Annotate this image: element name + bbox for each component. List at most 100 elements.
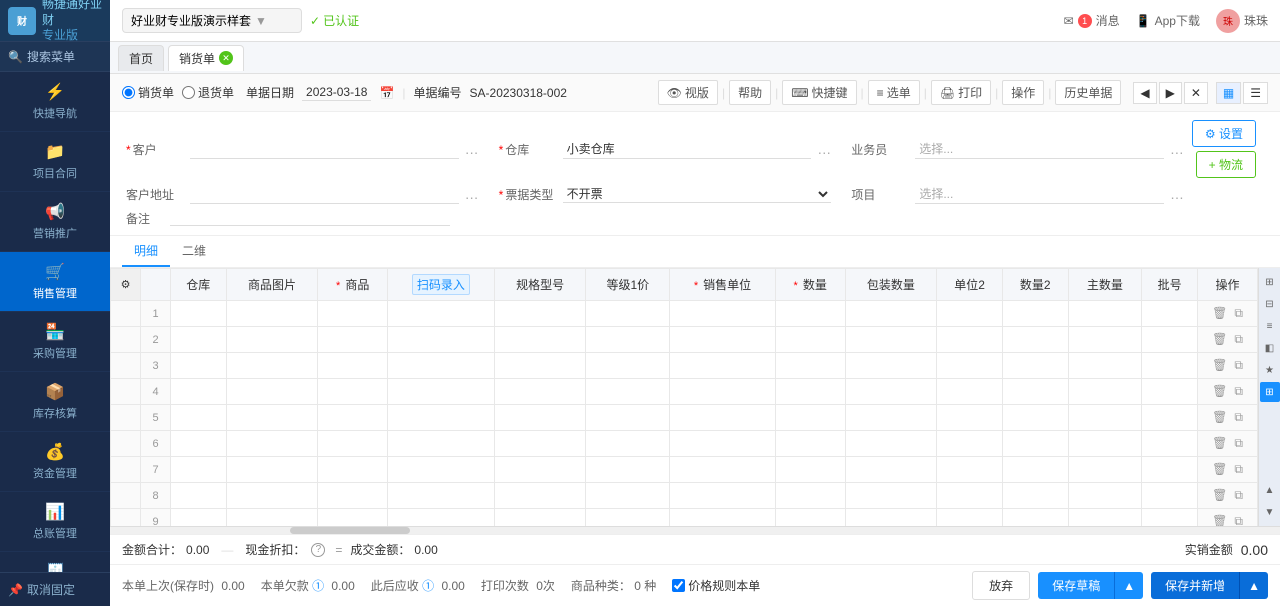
cell-batch-9[interactable] [1142, 509, 1198, 527]
cell-image-4[interactable] [226, 379, 318, 405]
cell-grade-8[interactable] [586, 483, 670, 509]
company-selector[interactable]: 好业财专业版演示样套 ▼ [122, 8, 302, 33]
th-product[interactable]: 商品 [318, 269, 388, 301]
tab-detail[interactable]: 明细 [122, 236, 170, 267]
cell-qty2-1[interactable] [1002, 301, 1068, 327]
copy-icon-3[interactable]: ⧉ [1234, 358, 1243, 372]
copy-icon-5[interactable]: ⧉ [1234, 410, 1243, 424]
cell-qty-7[interactable] [775, 457, 845, 483]
panel-icon-1[interactable]: ⊞ [1260, 272, 1280, 292]
cell-grade-5[interactable] [586, 405, 670, 431]
cell-pack-8[interactable] [845, 483, 937, 509]
cell-pack-1[interactable] [845, 301, 937, 327]
help-icon[interactable]: ? [311, 543, 325, 557]
cell-image-9[interactable] [226, 509, 318, 527]
cell-barcode-7[interactable] [388, 457, 495, 483]
cell-unit-9[interactable] [670, 509, 776, 527]
save-draft-btn[interactable]: 保存草稿 [1038, 572, 1114, 599]
table-row[interactable]: 3 🗑 ⧉ [111, 353, 1258, 379]
salesperson-value[interactable]: 选择... [915, 139, 1164, 159]
delete-icon-2[interactable]: 🗑 [1212, 332, 1227, 346]
panel-icon-7[interactable]: ▲ [1260, 480, 1280, 500]
copy-icon-9[interactable]: ⧉ [1234, 514, 1243, 526]
panel-icon-8[interactable]: ▼ [1260, 502, 1280, 522]
cell-pack-3[interactable] [845, 353, 937, 379]
cell-spec-7[interactable] [494, 457, 586, 483]
cell-grade-3[interactable] [586, 353, 670, 379]
delete-icon-3[interactable]: 🗑 [1212, 358, 1227, 372]
th-spec[interactable]: 规格型号 [494, 269, 586, 301]
cell-qty-2[interactable] [775, 327, 845, 353]
th-main-qty[interactable]: 主数量 [1068, 269, 1142, 301]
message-action[interactable]: ✉ 1 消息 [1064, 12, 1120, 29]
date-value[interactable]: 2023-03-18 [302, 84, 371, 101]
radio-return-input[interactable] [182, 86, 195, 99]
cell-qty2-9[interactable] [1002, 509, 1068, 527]
cell-qty-4[interactable] [775, 379, 845, 405]
table-row[interactable]: 1 🗑 ⧉ [111, 301, 1258, 327]
th-sales-unit[interactable]: 销售单位 [670, 269, 776, 301]
cell-warehouse-2[interactable] [171, 327, 227, 353]
sidebar-item-purchase[interactable]: 🏪 采购管理 [0, 312, 110, 372]
cell-qty2-3[interactable] [1002, 353, 1068, 379]
copy-icon-1[interactable]: ⧉ [1234, 306, 1243, 320]
cell-spec-8[interactable] [494, 483, 586, 509]
cell-warehouse-3[interactable] [171, 353, 227, 379]
th-warehouse[interactable]: 仓库 [171, 269, 227, 301]
project-ellipsis-btn[interactable]: … [1170, 186, 1184, 202]
cell-qty2-5[interactable] [1002, 405, 1068, 431]
cell-qty2-2[interactable] [1002, 327, 1068, 353]
cell-warehouse-5[interactable] [171, 405, 227, 431]
cell-product-3[interactable] [318, 353, 388, 379]
cell-unit-2[interactable] [670, 327, 776, 353]
user-info[interactable]: 珠 珠珠 [1216, 9, 1268, 33]
sidebar-item-inventory[interactable]: 📦 库存核算 [0, 372, 110, 432]
cell-product-8[interactable] [318, 483, 388, 509]
cell-batch-3[interactable] [1142, 353, 1198, 379]
th-grade-price[interactable]: 等级1价 [586, 269, 670, 301]
cell-main-8[interactable] [1068, 483, 1142, 509]
cell-product-6[interactable] [318, 431, 388, 457]
sidebar-item-invoice[interactable]: 🧾 发票管理 [0, 552, 110, 572]
cell-unit2-1[interactable] [937, 301, 1003, 327]
cell-spec-6[interactable] [494, 431, 586, 457]
cell-main-7[interactable] [1068, 457, 1142, 483]
cell-warehouse-9[interactable] [171, 509, 227, 527]
cell-pack-9[interactable] [845, 509, 937, 527]
delete-icon-8[interactable]: 🗑 [1212, 488, 1227, 502]
app-download-action[interactable]: 📱 App下载 [1136, 12, 1200, 29]
tab-two-d[interactable]: 二维 [170, 236, 218, 267]
cell-product-9[interactable] [318, 509, 388, 527]
setup-btn[interactable]: ⚙ 设置 [1192, 120, 1256, 147]
tab-home[interactable]: 首页 [118, 45, 164, 71]
prev-page-btn[interactable]: ◀ [1133, 82, 1156, 104]
project-value[interactable]: 选择... [915, 184, 1164, 204]
cell-main-5[interactable] [1068, 405, 1142, 431]
cell-image-1[interactable] [226, 301, 318, 327]
copy-icon-6[interactable]: ⧉ [1234, 436, 1243, 450]
sidebar-item-accounting[interactable]: 📊 总账管理 [0, 492, 110, 552]
logistics-btn[interactable]: + 物流 [1196, 151, 1256, 178]
cell-batch-6[interactable] [1142, 431, 1198, 457]
delete-icon-4[interactable]: 🗑 [1212, 384, 1227, 398]
cell-product-7[interactable] [318, 457, 388, 483]
delete-icon-6[interactable]: 🗑 [1212, 436, 1227, 450]
th-pack-qty[interactable]: 包装数量 [845, 269, 937, 301]
cell-qty-8[interactable] [775, 483, 845, 509]
save-new-btn[interactable]: 保存并新增 [1151, 572, 1239, 599]
cell-grade-9[interactable] [586, 509, 670, 527]
sidebar-search[interactable]: 🔍 搜索菜单 [0, 42, 110, 72]
cell-pack-6[interactable] [845, 431, 937, 457]
cell-unit2-6[interactable] [937, 431, 1003, 457]
radio-sales-input[interactable] [122, 86, 135, 99]
cell-image-2[interactable] [226, 327, 318, 353]
cell-barcode-6[interactable] [388, 431, 495, 457]
cell-grade-7[interactable] [586, 457, 670, 483]
cell-image-5[interactable] [226, 405, 318, 431]
table-row[interactable]: 4 🗑 ⧉ [111, 379, 1258, 405]
cell-spec-1[interactable] [494, 301, 586, 327]
cell-main-4[interactable] [1068, 379, 1142, 405]
close-btn[interactable]: ✕ [1184, 82, 1208, 104]
copy-icon-2[interactable]: ⧉ [1234, 332, 1243, 346]
th-batch[interactable]: 批号 [1142, 269, 1198, 301]
